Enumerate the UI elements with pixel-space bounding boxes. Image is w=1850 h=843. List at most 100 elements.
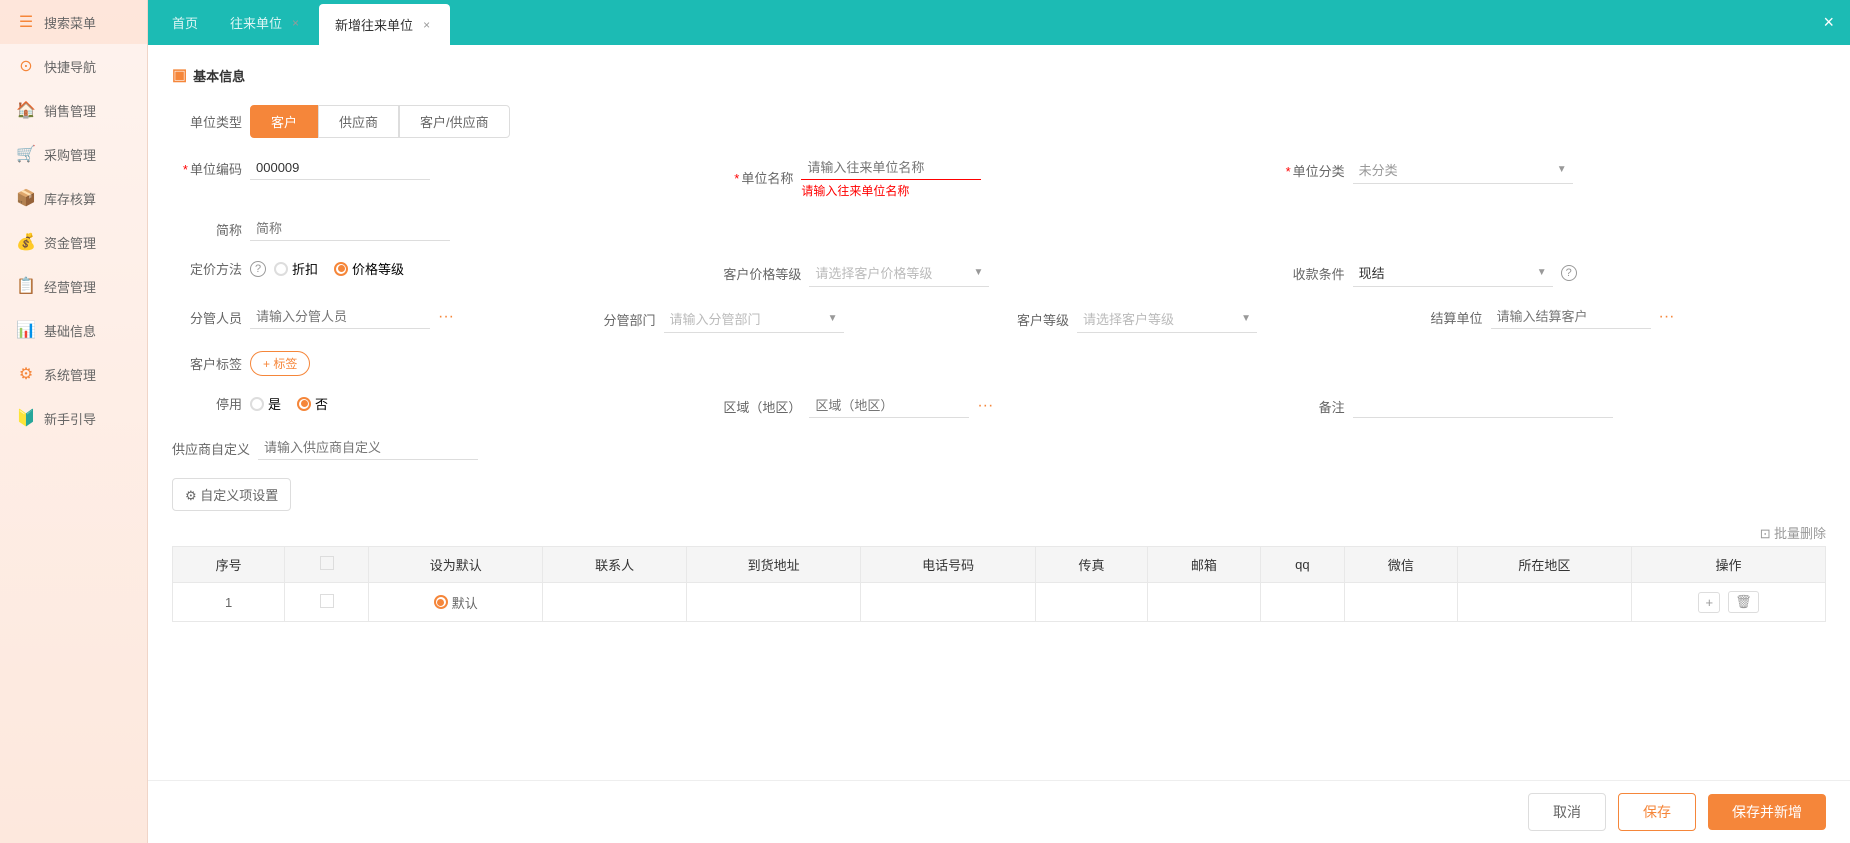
unit-category-select[interactable]: 未分类 ▼ — [1353, 156, 1573, 184]
sidebar-item-purchase[interactable]: 🛒 采购管理 — [0, 132, 147, 176]
col-phone: 电话号码 — [861, 547, 1035, 583]
sidebar-item-newbie[interactable]: 🔰 新手引导 — [0, 396, 147, 440]
sidebar-item-basic[interactable]: 📊 基础信息 — [0, 308, 147, 352]
unit-type-customer[interactable]: 客户 — [250, 105, 318, 138]
sidebar-label-sales: 销售管理 — [44, 101, 96, 120]
abbreviation-input[interactable] — [250, 217, 450, 241]
cell-qq — [1260, 583, 1345, 622]
default-radio[interactable]: 默认 — [379, 593, 532, 612]
batch-delete-button[interactable]: ⊡ 批量删除 — [172, 523, 1826, 542]
sidebar-label-search: 搜索菜单 — [44, 13, 96, 32]
select-all-checkbox[interactable] — [320, 556, 334, 570]
customer-tag-label: 客户标签 — [172, 354, 242, 373]
disabled-radio-yes[interactable]: 是 — [250, 394, 281, 413]
sidebar-item-operations[interactable]: 📋 经营管理 — [0, 264, 147, 308]
department-label: 分管部门 — [586, 310, 656, 329]
sidebar-item-quicknav[interactable]: ⊙ 快捷导航 — [0, 44, 147, 88]
save-button[interactable]: 保存 — [1618, 793, 1696, 831]
batch-delete-icon: ⊡ — [1760, 526, 1771, 541]
remark-label: 备注 — [1275, 397, 1345, 416]
cell-region — [1457, 583, 1631, 622]
add-tag-button[interactable]: + 标签 — [250, 351, 310, 376]
unit-name-field: 单位名称 请输入往来单位名称 — [723, 156, 1274, 199]
sidebar-item-sales[interactable]: 🏠 销售管理 — [0, 88, 147, 132]
unit-code-input[interactable] — [250, 156, 430, 180]
pricing-discount-circle — [274, 262, 288, 276]
pricing-radio-level[interactable]: 价格等级 — [334, 259, 404, 278]
table-row: 1 默认 — [173, 583, 1826, 622]
cancel-button[interactable]: 取消 — [1528, 793, 1606, 831]
cell-contact — [543, 583, 686, 622]
sidebar-item-system[interactable]: ⚙ 系统管理 — [0, 352, 147, 396]
sidebar-label-basic: 基础信息 — [44, 321, 96, 340]
manager-more-icon[interactable]: ··· — [438, 308, 454, 326]
pricing-radio-discount[interactable]: 折扣 — [274, 259, 318, 278]
payment-terms-select[interactable]: 现结 ▼ — [1353, 259, 1553, 287]
remark-input[interactable] — [1353, 394, 1613, 418]
settlement-more-icon[interactable]: ··· — [1659, 308, 1675, 326]
manager-input[interactable] — [250, 305, 430, 329]
unit-code-label: 单位编码 — [172, 159, 242, 178]
tab-partners-close[interactable]: × — [288, 14, 303, 32]
cell-email — [1148, 583, 1260, 622]
tab-home[interactable]: 首页 — [156, 0, 214, 45]
disabled-radio-no[interactable]: 否 — [297, 394, 328, 413]
sidebar-label-finance: 资金管理 — [44, 233, 96, 252]
sidebar-item-inventory[interactable]: 📦 库存核算 — [0, 176, 147, 220]
search-icon: ☰ — [16, 12, 36, 32]
unit-name-error: 请输入往来单位名称 — [801, 182, 981, 199]
tab-new-partner-close[interactable]: × — [419, 16, 434, 34]
delete-row-button[interactable]: 🗑 — [1728, 591, 1759, 613]
supplier-custom-input[interactable] — [258, 436, 478, 460]
save-new-button[interactable]: 保存并新增 — [1708, 794, 1826, 830]
payment-terms-label: 收款条件 — [1275, 264, 1345, 283]
col-no: 序号 — [173, 547, 285, 583]
unit-type-supplier[interactable]: 供应商 — [318, 105, 399, 138]
disabled-no-circle — [297, 397, 311, 411]
sidebar-item-finance[interactable]: 💰 资金管理 — [0, 220, 147, 264]
pricing-help-icon[interactable]: ? — [250, 261, 266, 277]
payment-help-icon[interactable]: ? — [1561, 265, 1577, 281]
customer-price-level-select[interactable]: 请选择客户价格等级 ▼ — [809, 259, 989, 287]
finance-icon: 💰 — [16, 232, 36, 252]
code-name-cat-row: 单位编码 单位名称 请输入往来单位名称 单位分类 未分类 ▼ — [172, 156, 1826, 199]
pricing-row: 定价方法 ? 折扣 价格等级 客户价格等级 请选择客户价格等级 — [172, 259, 1826, 287]
unit-name-wrap: 请输入往来单位名称 — [801, 156, 981, 199]
window-close-button[interactable]: × — [1815, 8, 1842, 37]
col-email: 邮箱 — [1148, 547, 1260, 583]
unit-category-chevron: ▼ — [1557, 164, 1567, 175]
tab-partners[interactable]: 往来单位 × — [214, 0, 319, 45]
unit-type-both[interactable]: 客户/供应商 — [399, 105, 510, 138]
row-checkbox[interactable] — [320, 594, 334, 608]
customer-level-chevron: ▼ — [1241, 313, 1251, 324]
abbreviation-field: 简称 — [172, 217, 723, 241]
customer-price-level-field: 客户价格等级 请选择客户价格等级 ▼ — [723, 259, 1274, 287]
col-wechat: 微信 — [1345, 547, 1457, 583]
footer-bar: 取消 保存 保存并新增 — [148, 780, 1850, 843]
sidebar-label-purchase: 采购管理 — [44, 145, 96, 164]
cell-wechat — [1345, 583, 1457, 622]
sidebar-label-newbie: 新手引导 — [44, 409, 96, 428]
department-field: 分管部门 请输入分管部门 ▼ — [586, 305, 1000, 333]
region-input[interactable] — [809, 394, 969, 418]
tab-new-partner[interactable]: 新增往来单位 × — [319, 4, 450, 45]
price-level-chevron: ▼ — [973, 267, 983, 278]
custom-settings-button[interactable]: ⚙ 自定义项设置 — [172, 478, 291, 511]
settlement-unit-input[interactable] — [1491, 305, 1651, 329]
payment-terms-field: 收款条件 现结 ▼ ? — [1275, 259, 1826, 287]
department-chevron: ▼ — [828, 313, 838, 324]
customer-level-select[interactable]: 请选择客户等级 ▼ — [1077, 305, 1257, 333]
col-contact: 联系人 — [543, 547, 686, 583]
unit-type-label: 单位类型 — [172, 112, 242, 131]
sidebar-item-search[interactable]: ☰ 搜索菜单 — [0, 0, 147, 44]
unit-code-field: 单位编码 — [172, 156, 723, 180]
col-default: 设为默认 — [368, 547, 542, 583]
region-more-icon[interactable]: ··· — [977, 397, 993, 415]
row-actions: + 🗑 — [1642, 591, 1815, 613]
add-row-button[interactable]: + — [1698, 592, 1720, 613]
sidebar-label-inventory: 库存核算 — [44, 189, 96, 208]
cell-actions: + 🗑 — [1632, 583, 1826, 622]
form-content: ▣ 基本信息 单位类型 客户 供应商 客户/供应商 单位编码 单位名称 — [148, 45, 1850, 780]
unit-name-input[interactable] — [801, 156, 981, 180]
department-select[interactable]: 请输入分管部门 ▼ — [664, 305, 844, 333]
